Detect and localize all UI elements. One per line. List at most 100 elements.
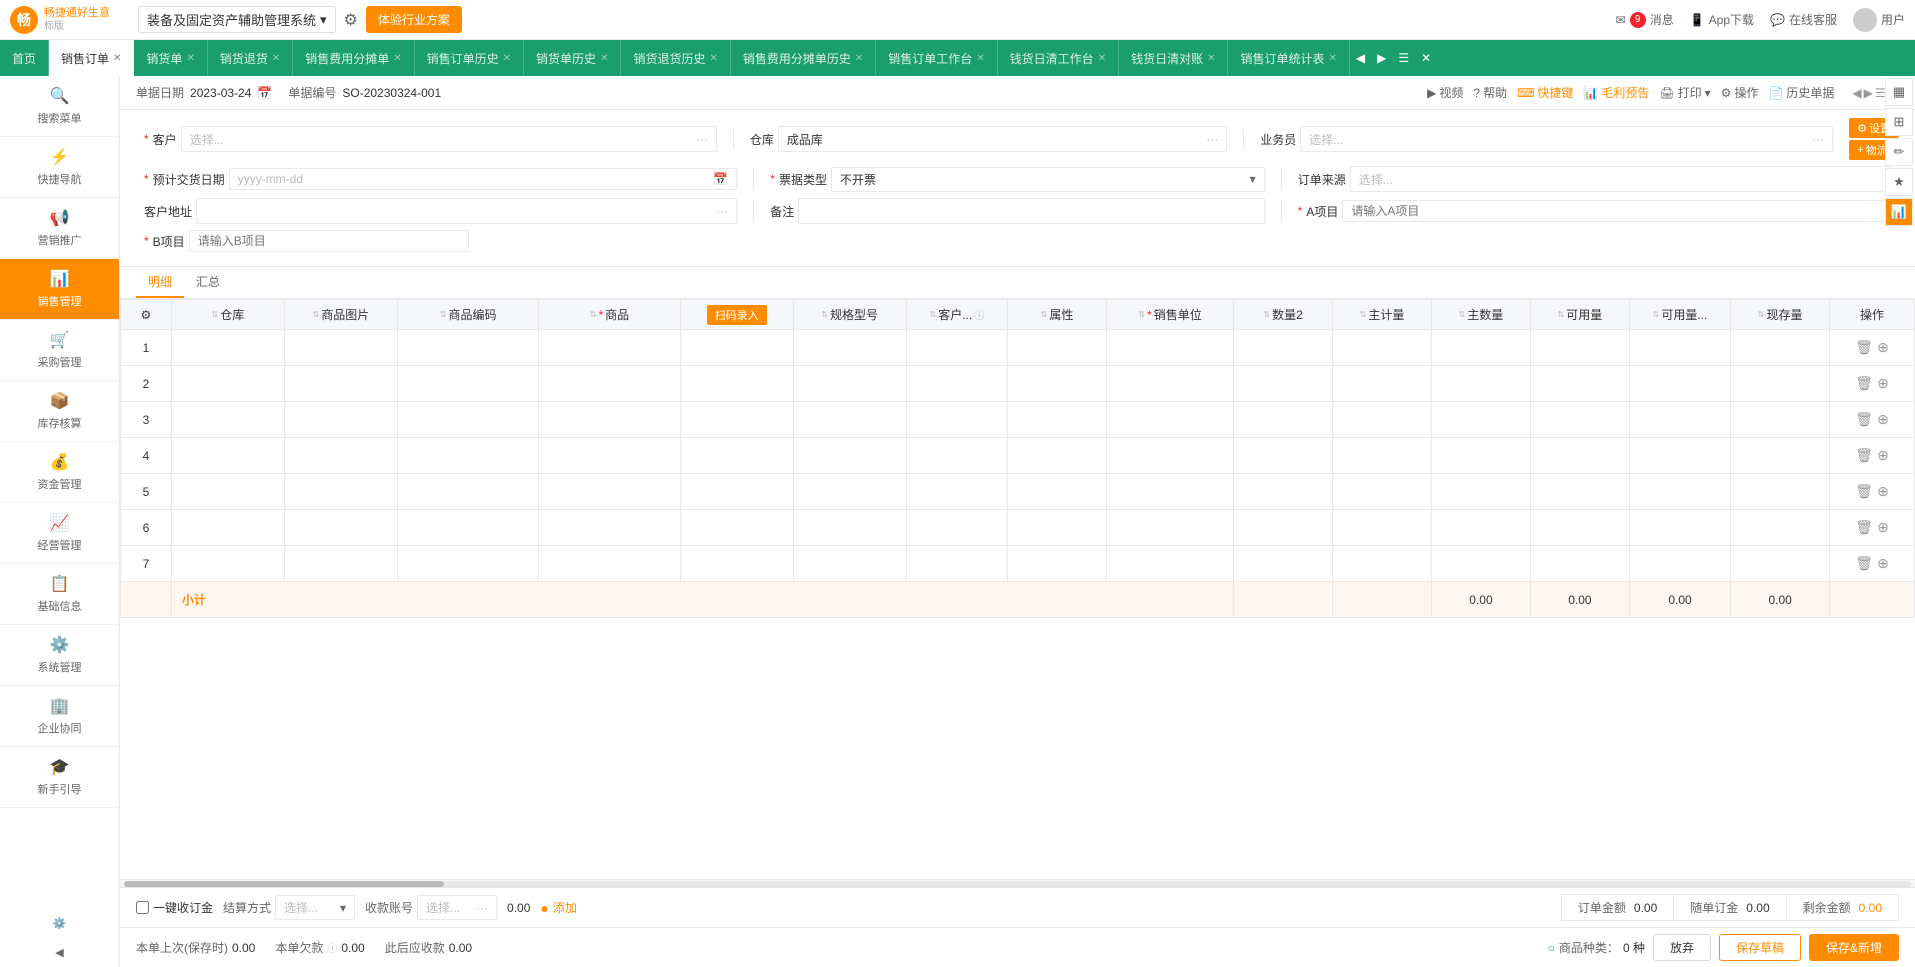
sidebar-item-finance[interactable]: 💰 资金管理 [0, 442, 119, 503]
side-panel-btn-2[interactable]: ⊞ [1885, 108, 1913, 136]
calendar-icon[interactable]: 📅 [257, 86, 272, 100]
close-icon[interactable]: ✕ [503, 53, 511, 64]
profit-btn[interactable]: 📊 毛利预告 [1583, 84, 1649, 101]
tab-return-history[interactable]: 销货退货历史 ✕ [621, 40, 730, 76]
delivery-date-input[interactable]: yyyy-mm-dd 📅 [229, 168, 738, 190]
save-new-button[interactable]: 保存&新增 [1809, 934, 1899, 961]
tab-home[interactable]: 首页 [0, 40, 49, 76]
nav-more[interactable]: ☰ [1392, 51, 1415, 65]
order-source-input[interactable]: 选择... [1350, 166, 1891, 192]
nav-next[interactable]: ▶ [1371, 51, 1392, 65]
message-btn[interactable]: ✉ 9 消息 [1616, 11, 1674, 28]
nav-prev[interactable]: ◀ [1350, 51, 1371, 65]
delete-icon[interactable]: 🗑 [1855, 339, 1873, 356]
next-icon[interactable]: ▶ [1864, 86, 1873, 100]
history-btn[interactable]: 📄 历史单据 [1768, 84, 1834, 101]
delete-icon[interactable]: 🗑 [1855, 411, 1873, 428]
online-service-btn[interactable]: 💬 在线客服 [1770, 11, 1837, 28]
add-btn[interactable]: ● 添加 [540, 899, 576, 916]
tab-sales-order[interactable]: 销售订单 ✕ [49, 40, 134, 76]
close-icon[interactable]: ✕ [186, 53, 194, 64]
copy-icon[interactable]: ⊕ [1877, 375, 1889, 392]
account-select[interactable]: 选择... ··· [417, 895, 497, 920]
copy-icon[interactable]: ⊕ [1877, 447, 1889, 464]
side-panel-btn-3[interactable]: ✏ [1885, 138, 1913, 166]
close-icon[interactable]: ✕ [1098, 53, 1106, 64]
tab-fee-history[interactable]: 销售费用分摊单历史 ✕ [731, 40, 876, 76]
help-btn[interactable]: ? 帮助 [1473, 84, 1507, 101]
copy-icon[interactable]: ⊕ [1877, 519, 1889, 536]
save-draft-button[interactable]: 保存草稿 [1719, 934, 1801, 961]
close-icon[interactable]: ✕ [1207, 53, 1215, 64]
sidebar-item-guide[interactable]: 🎓 新手引导 [0, 747, 119, 808]
print-btn[interactable]: 🖨 打印 ▾ [1659, 84, 1710, 101]
shortcut-btn[interactable]: ⌨ 快捷键 [1517, 84, 1573, 101]
copy-icon[interactable]: ⊕ [1877, 555, 1889, 572]
user-menu[interactable]: 用户 [1853, 8, 1905, 32]
payment-method-select[interactable]: 选择... ▾ [275, 895, 355, 920]
operation-btn[interactable]: ⚙ 操作 [1721, 84, 1759, 101]
copy-icon[interactable]: ⊕ [1877, 339, 1889, 356]
th-settings[interactable]: ⚙ [121, 300, 172, 330]
bproject-input[interactable] [189, 230, 469, 252]
sidebar-item-enterprise[interactable]: 🏢 企业协同 [0, 686, 119, 747]
tab-summary[interactable]: 汇总 [184, 267, 232, 298]
tab-sales-return[interactable]: 销货退货 ✕ [208, 40, 293, 76]
tab-sales-goods[interactable]: 销货单 ✕ [134, 40, 207, 76]
tab-daily-account[interactable]: 钱货日清对账 ✕ [1119, 40, 1228, 76]
remark-input[interactable] [798, 198, 1264, 224]
scroll-thumb[interactable] [124, 881, 444, 887]
close-icon[interactable]: ✕ [113, 53, 121, 64]
system-name[interactable]: 装备及固定资产辅助管理系统 ▾ [138, 6, 336, 33]
customer-input[interactable]: 选择... ··· [181, 126, 717, 152]
aproject-input[interactable] [1342, 200, 1891, 222]
copy-icon[interactable]: ⊕ [1877, 483, 1889, 500]
delete-icon[interactable]: 🗑 [1855, 519, 1873, 536]
tab-detail[interactable]: 明细 [136, 267, 184, 298]
prev-icon[interactable]: ◀ [1852, 86, 1861, 100]
address-input[interactable]: ··· [196, 198, 737, 224]
scan-button[interactable]: 扫码录入 [707, 305, 767, 325]
delete-icon[interactable]: 🗑 [1855, 483, 1873, 500]
one-click-checkbox[interactable] [136, 901, 149, 914]
video-btn[interactable]: ▶ 视频 [1427, 84, 1463, 101]
sidebar-item-operation[interactable]: 📈 经营管理 [0, 503, 119, 564]
side-panel-btn-1[interactable]: ▦ [1885, 78, 1913, 106]
tab-order-workbench[interactable]: 销售订单工作台 ✕ [876, 40, 997, 76]
salesman-input[interactable]: 选择... ··· [1300, 126, 1833, 152]
tab-sales-goods-history[interactable]: 销货单历史 ✕ [524, 40, 621, 76]
close-icon[interactable]: ✕ [393, 53, 401, 64]
app-download-btn[interactable]: 📱 App下载 [1690, 11, 1754, 28]
tab-sales-order-history[interactable]: 销售订单历史 ✕ [415, 40, 524, 76]
sidebar-item-quicknav[interactable]: ⚡ 快捷导航 [0, 137, 119, 198]
close-icon[interactable]: ✕ [272, 53, 280, 64]
delete-icon[interactable]: 🗑 [1855, 555, 1873, 572]
side-panel-btn-4[interactable]: ★ [1885, 168, 1913, 196]
tab-daily-workbench[interactable]: 钱货日清工作台 ✕ [998, 40, 1119, 76]
industry-button[interactable]: 体验行业方案 [366, 6, 462, 33]
sidebar-item-basic[interactable]: 📋 基础信息 [0, 564, 119, 625]
copy-icon[interactable]: ⊕ [1877, 411, 1889, 428]
sidebar-collapse-btn[interactable]: ◀ [0, 938, 119, 967]
discard-button[interactable]: 放弃 [1653, 934, 1711, 961]
sidebar-item-sales[interactable]: 📊 销售管理 [0, 259, 119, 320]
tab-stats[interactable]: 销售订单统计表 ✕ [1228, 40, 1349, 76]
sidebar-item-purchase[interactable]: 🛒 采购管理 [0, 320, 119, 381]
delete-icon[interactable]: 🗑 [1855, 375, 1873, 392]
warehouse-input[interactable]: 成品库 ··· [778, 126, 1227, 152]
sidebar-settings-btn[interactable]: ⚙️ [0, 909, 119, 938]
settings-icon[interactable]: ⚙ [344, 10, 358, 30]
close-icon[interactable]: ✕ [976, 53, 984, 64]
side-panel-btn-5[interactable]: 📊 [1885, 198, 1913, 226]
nav-close-all[interactable]: ✕ [1415, 51, 1437, 65]
close-icon[interactable]: ✕ [1329, 53, 1337, 64]
sidebar-item-marketing[interactable]: 📢 营销推广 [0, 198, 119, 259]
ticket-type-select[interactable]: 不开票 ▾ [831, 167, 1265, 192]
sidebar-item-system[interactable]: ⚙️ 系统管理 [0, 625, 119, 686]
delete-icon[interactable]: 🗑 [1855, 447, 1873, 464]
sidebar-item-search[interactable]: 🔍 搜索菜单 [0, 76, 119, 137]
close-icon[interactable]: ✕ [855, 53, 863, 64]
close-icon[interactable]: ✕ [600, 53, 608, 64]
horizontal-scrollbar[interactable] [120, 879, 1915, 887]
sidebar-item-inventory[interactable]: 📦 库存核算 [0, 381, 119, 442]
